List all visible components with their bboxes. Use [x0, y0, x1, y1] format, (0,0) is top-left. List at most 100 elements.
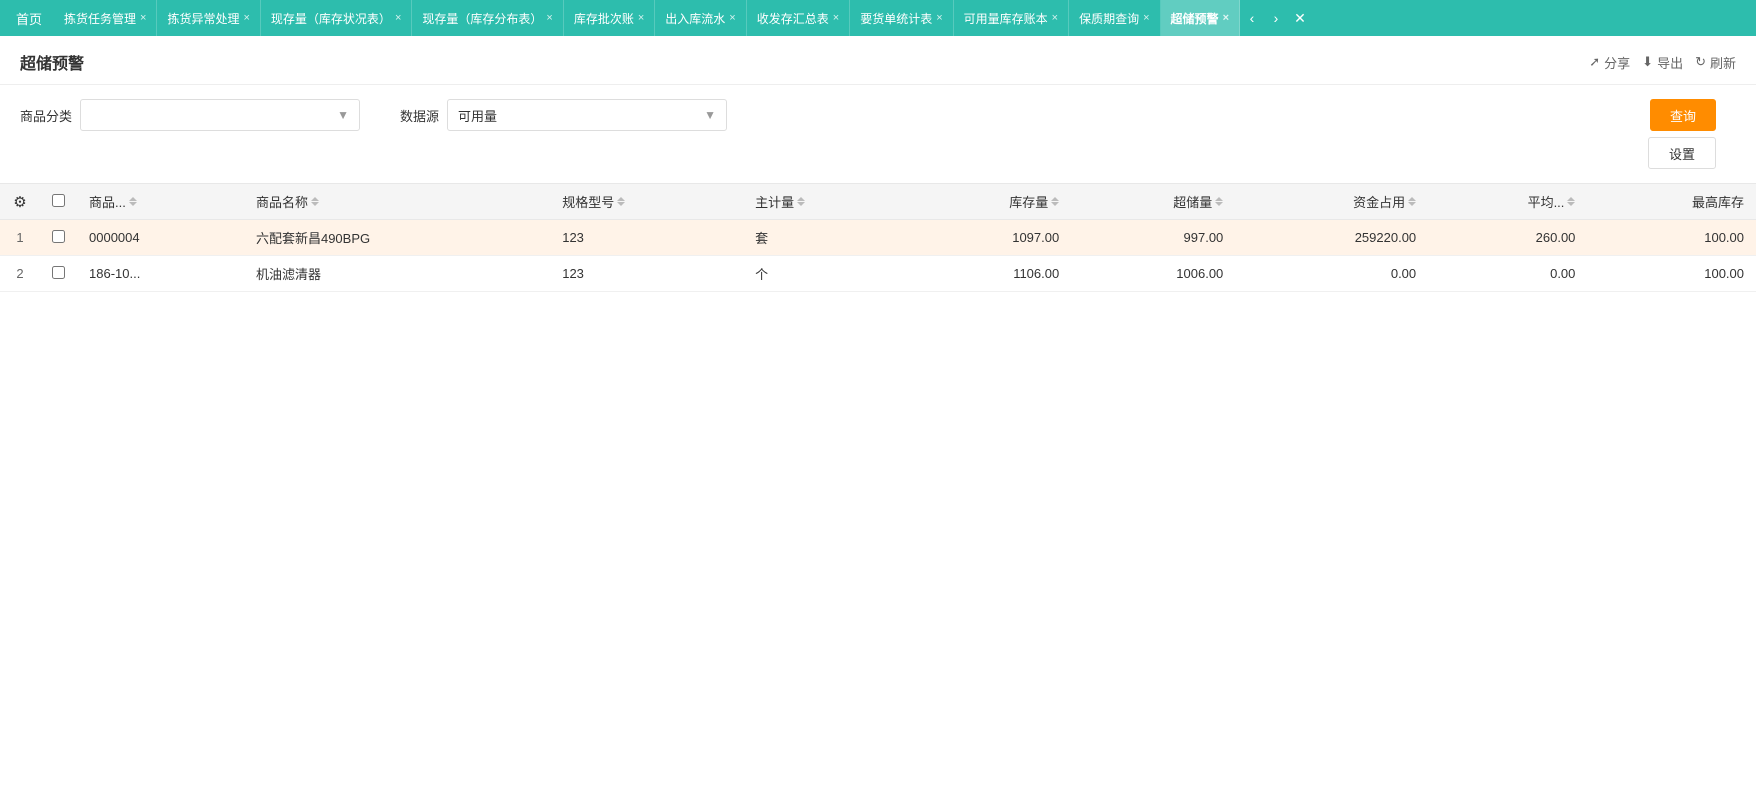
nav-home[interactable]: 首页 [4, 0, 54, 36]
export-label: 导出 [1657, 53, 1683, 72]
table-header-over[interactable]: 超储量 [1071, 184, 1235, 220]
col-spec-label: 规格型号 [562, 192, 614, 211]
col-capital-sort-icon [1408, 197, 1416, 206]
nav-arrow-right[interactable]: › [1264, 0, 1288, 36]
row-name-0: 六配套新昌490BPG [244, 220, 550, 256]
nav-arrow-left[interactable]: ‹ [1240, 0, 1264, 36]
nav-tab-close-1[interactable]: × [140, 12, 146, 24]
nav-tab-7[interactable]: 收发存汇总表 × [747, 0, 850, 36]
col-over-label: 超储量 [1173, 192, 1212, 211]
category-dropdown-icon: ▼ [337, 108, 349, 122]
table-header-stock[interactable]: 库存量 [907, 184, 1071, 220]
nav-tab-label-2: 拣货异常处理 [167, 10, 239, 27]
table-header-code[interactable]: 商品... [77, 184, 244, 220]
row-checkbox-1[interactable] [40, 256, 77, 292]
nav-tab-close-9[interactable]: × [1052, 12, 1058, 24]
col-name-sort-icon [311, 197, 319, 206]
row-spec-1: 123 [550, 256, 743, 292]
datasource-filter: 数据源 可用量 ▼ [400, 99, 727, 131]
refresh-button[interactable]: ↻ 刷新 [1695, 53, 1736, 72]
row-checkbox-0[interactable] [40, 220, 77, 256]
nav-tab-close-8[interactable]: × [936, 12, 942, 24]
nav-tab-8[interactable]: 要货单统计表 × [850, 0, 953, 36]
row-capital-0: 259220.00 [1235, 220, 1428, 256]
category-select[interactable]: ▼ [80, 99, 360, 131]
row-select-checkbox-0[interactable] [52, 230, 65, 243]
nav-tab-close-6[interactable]: × [729, 12, 735, 24]
col-name-label: 商品名称 [256, 192, 308, 211]
nav-tab-close-4[interactable]: × [546, 12, 552, 24]
row-stock-0: 1097.00 [907, 220, 1071, 256]
nav-tab-close-2[interactable]: × [243, 12, 249, 24]
col-maxstock-label: 最高库存 [1692, 192, 1744, 211]
nav-tab-close-3[interactable]: × [395, 12, 401, 24]
nav-tab-close-10[interactable]: × [1143, 12, 1149, 24]
category-filter: 商品分类 ▼ [20, 99, 360, 131]
table-row: 1 0000004 六配套新昌490BPG 123 套 1097.00 997.… [0, 220, 1756, 256]
row-avg-1: 0.00 [1428, 256, 1587, 292]
nav-tab-4[interactable]: 现存量（库存分布表） × [412, 0, 563, 36]
main-content: 超储预警 ➚ 分享 ⬇ 导出 ↻ 刷新 商品分类 [0, 36, 1756, 800]
table-header-capital[interactable]: 资金占用 [1235, 184, 1428, 220]
nav-tab-label-1: 拣货任务管理 [64, 10, 136, 27]
nav-tab-label-6: 出入库流水 [665, 10, 725, 27]
row-maxstock-1: 100.00 [1587, 256, 1756, 292]
refresh-icon: ↻ [1695, 54, 1706, 70]
table-header-unit[interactable]: 主计量 [743, 184, 907, 220]
row-avg-0: 260.00 [1428, 220, 1587, 256]
nav-tab-close-5[interactable]: × [638, 12, 644, 24]
table-header-checkbox[interactable] [40, 184, 77, 220]
nav-tab-label-3: 现存量（库存状况表） [271, 10, 391, 27]
nav-tab-close-7[interactable]: × [833, 12, 839, 24]
export-button[interactable]: ⬇ 导出 [1642, 53, 1683, 72]
share-button[interactable]: ➚ 分享 [1589, 53, 1630, 72]
nav-arrow-close[interactable]: ✕ [1288, 0, 1312, 36]
row-code-1: 186-10... [77, 256, 244, 292]
table-header-avg[interactable]: 平均... [1428, 184, 1587, 220]
row-num-0: 1 [0, 220, 40, 256]
row-unit-0: 套 [743, 220, 907, 256]
col-stock-label: 库存量 [1009, 192, 1048, 211]
nav-tab-1[interactable]: 拣货任务管理 × [54, 0, 157, 36]
nav-tab-2[interactable]: 拣货异常处理 × [157, 0, 260, 36]
nav-tab-11[interactable]: 超储预警 × [1161, 0, 1240, 36]
row-select-checkbox-1[interactable] [52, 266, 65, 279]
row-code-0: 0000004 [77, 220, 244, 256]
row-over-1: 1006.00 [1071, 256, 1235, 292]
col-spec-sort-icon [617, 197, 625, 206]
nav-tab-label-8: 要货单统计表 [860, 10, 932, 27]
col-code-sort-icon [129, 197, 137, 206]
nav-tab-label-5: 库存批次账 [574, 10, 634, 27]
select-all-checkbox[interactable] [52, 194, 65, 207]
refresh-label: 刷新 [1710, 53, 1736, 72]
row-over-0: 997.00 [1071, 220, 1235, 256]
nav-tab-label-4: 现存量（库存分布表） [422, 10, 542, 27]
nav-tab-10[interactable]: 保质期查询 × [1069, 0, 1160, 36]
table-header-gear[interactable]: ⚙ [0, 184, 40, 220]
nav-tab-label-7: 收发存汇总表 [757, 10, 829, 27]
nav-tab-label-9: 可用量库存账本 [964, 10, 1048, 27]
page-header: 超储预警 ➚ 分享 ⬇ 导出 ↻ 刷新 [0, 36, 1756, 85]
nav-tab-9[interactable]: 可用量库存账本 × [954, 0, 1069, 36]
nav-tab-6[interactable]: 出入库流水 × [655, 0, 746, 36]
table-header-spec[interactable]: 规格型号 [550, 184, 743, 220]
row-name-1: 机油滤清器 [244, 256, 550, 292]
table-header-name[interactable]: 商品名称 [244, 184, 550, 220]
datasource-label: 数据源 [400, 106, 439, 125]
nav-tab-3[interactable]: 现存量（库存状况表） × [261, 0, 412, 36]
page-actions: ➚ 分享 ⬇ 导出 ↻ 刷新 [1589, 53, 1736, 72]
nav-tab-close-11[interactable]: × [1223, 12, 1229, 24]
row-unit-1: 个 [743, 256, 907, 292]
settings-button[interactable]: 设置 [1648, 137, 1716, 169]
col-over-sort-icon [1215, 197, 1223, 206]
action-buttons: 查询 设置 [1648, 99, 1716, 169]
data-table: ⚙ 商品... [0, 183, 1756, 292]
table-header-maxstock[interactable]: 最高库存 [1587, 184, 1756, 220]
table-row: 2 186-10... 机油滤清器 123 个 1106.00 1006.00 … [0, 256, 1756, 292]
datasource-select[interactable]: 可用量 ▼ [447, 99, 727, 131]
col-code-label: 商品... [89, 192, 126, 211]
nav-tab-5[interactable]: 库存批次账 × [564, 0, 655, 36]
col-avg-label: 平均... [1528, 192, 1565, 211]
query-button[interactable]: 查询 [1650, 99, 1716, 131]
page-title: 超储预警 [20, 50, 84, 74]
